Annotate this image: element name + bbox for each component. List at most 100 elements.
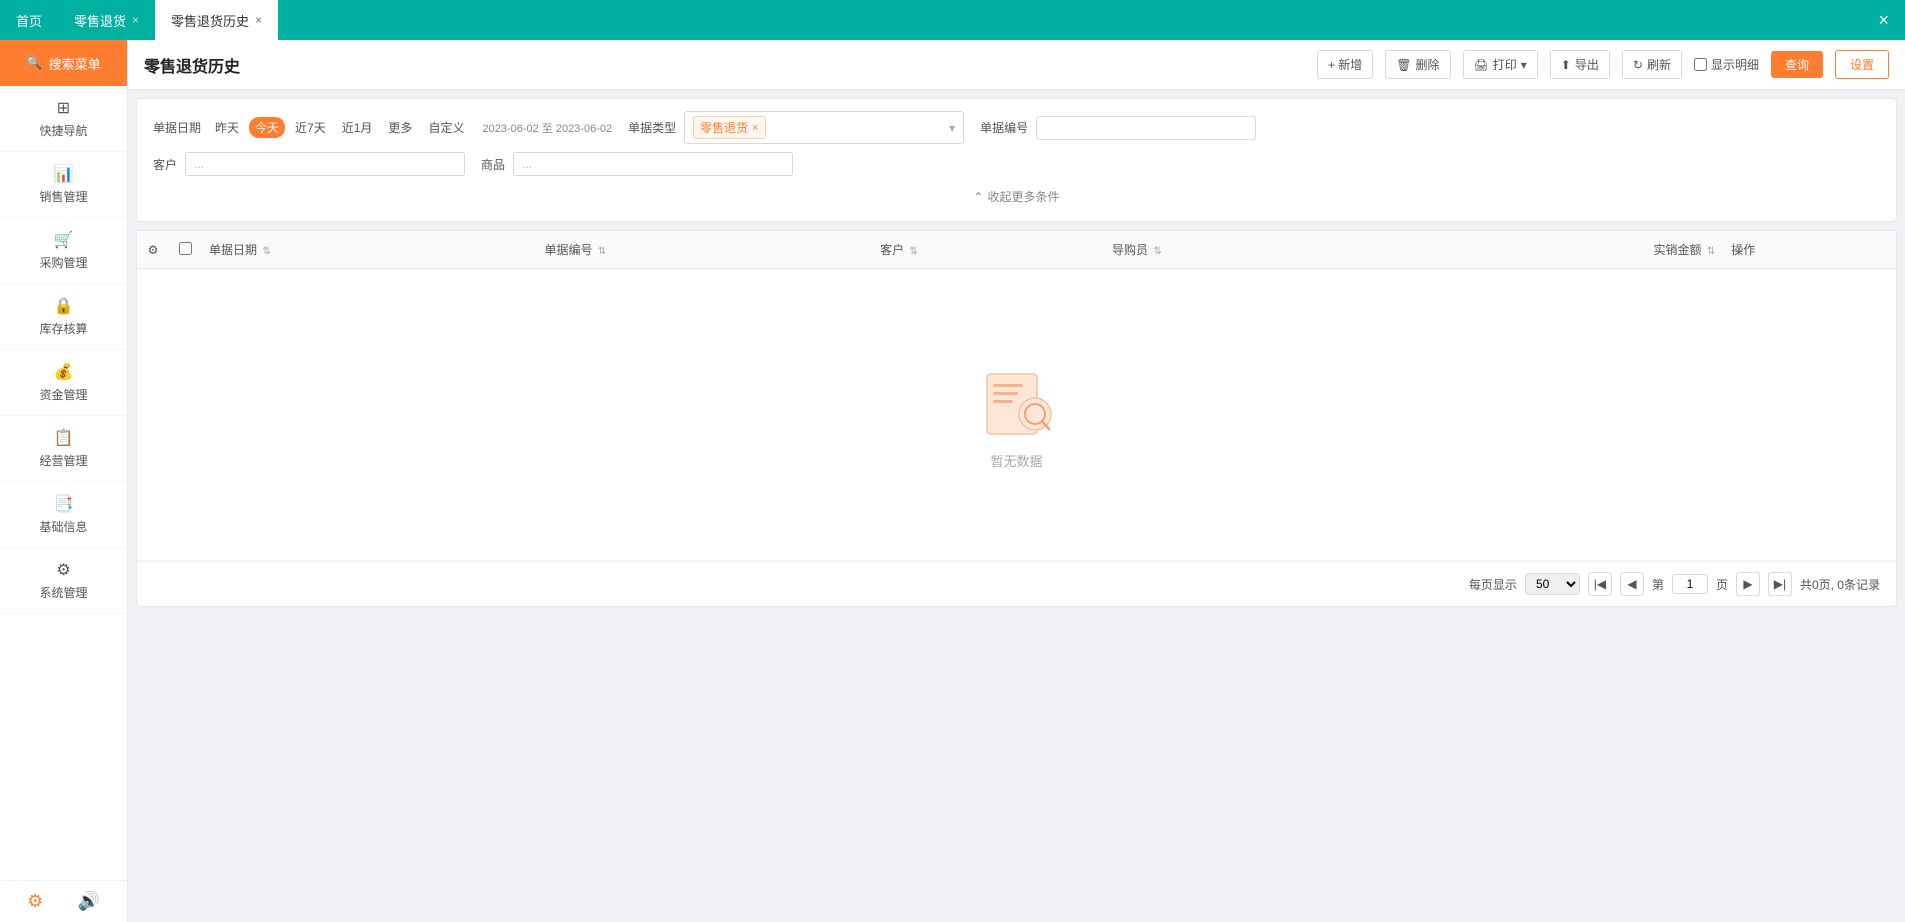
page-number-input[interactable] [1672,574,1708,594]
new-button[interactable]: + 新增 [1317,50,1373,79]
empty-cell: 暂无数据 [137,269,1896,561]
th-actions: 操作 [1723,231,1896,269]
print-icon: 🖨 [1474,58,1489,72]
setting-button-label: 设置 [1850,58,1874,72]
date-btn-1month[interactable]: 近1月 [336,117,379,138]
settings-bottom-icon[interactable]: ⚙ [27,891,43,912]
print-button[interactable]: 🖨 打印 ▾ [1463,50,1538,79]
date-btn-more[interactable]: 更多 [382,117,418,138]
date-range-text: 2023-06-02 至 2023-06-02 [482,120,612,136]
tab-retail-return-close[interactable]: × [132,13,139,27]
date-btn-custom[interactable]: 自定义 [422,117,470,138]
page-size-select[interactable]: 50 10 20 100 [1525,573,1580,595]
voucher-type-tag-close[interactable]: × [752,122,758,134]
th-guide-label: 导购员 [1112,243,1148,257]
th-actual-amount-label: 实销金额 [1654,243,1702,257]
new-button-label: + 新增 [1328,56,1362,73]
sidebar-item-inventory-label: 库存核算 [39,320,87,337]
th-settings[interactable]: ⚙ [137,231,169,269]
sidebar-item-basic-info[interactable]: 📑 基础信息 [0,482,127,548]
sidebar-item-quick-nav[interactable]: ⊞ 快捷导航 [0,86,127,152]
customer-select[interactable]: ... [185,152,465,176]
collapse-container: ⌃ 收起更多条件 [153,184,1880,209]
column-settings-icon[interactable]: ⚙ [148,243,159,257]
query-button[interactable]: 查询 [1771,51,1823,78]
sidebar-item-system-mgmt[interactable]: ⚙ 系统管理 [0,548,127,614]
tab-retail-return[interactable]: 零售退货 × [58,0,155,40]
th-customer[interactable]: 客户 ⇅ [872,231,1104,269]
sort-arrows-date: ⇅ [262,246,270,257]
th-actions-label: 操作 [1731,243,1755,257]
th-customer-label: 客户 [880,243,904,257]
voucher-type-label: 单据类型 [628,119,676,136]
th-voucher-date-label: 单据日期 [209,243,257,257]
sidebar-item-basic-info-label: 基础信息 [39,518,87,535]
search-icon: 🔍 [26,55,42,71]
query-button-label: 查询 [1785,58,1809,72]
sidebar-item-inventory[interactable]: 🔒 库存核算 [0,284,127,350]
filter-row-2: 客户 ... 商品 ... [153,152,1880,176]
tab-retail-return-history[interactable]: 零售退货历史 × [155,0,278,40]
th-voucher-no-label: 单据编号 [545,243,593,257]
sidebar-item-finance[interactable]: 💰 资金管理 [0,350,127,416]
th-voucher-date[interactable]: 单据日期 ⇅ [201,231,537,269]
table-header-row: ⚙ 单据日期 ⇅ 单据编号 ⇅ 客户 ⇅ [137,231,1896,269]
setting-button[interactable]: 设置 [1835,50,1889,79]
first-page-button[interactable]: |◀ [1588,572,1612,596]
voucher-type-select[interactable]: 零售退货 × ▾ [684,111,964,144]
export-icon: ⬆ [1561,58,1571,72]
display-switch[interactable]: 显示明细 [1694,56,1759,73]
goods-placeholder: ... [522,157,532,171]
select-all-checkbox[interactable] [179,242,192,255]
page-label: 页 [1716,576,1728,593]
sidebar-item-sales-label: 销售管理 [39,188,87,205]
display-switch-label: 显示明细 [1711,56,1759,73]
voucher-date-filter: 单据日期 昨天 今天 近7天 近1月 更多 自定义 2023-06-02 至 2… [153,117,612,138]
voucher-no-input[interactable] [1036,116,1256,140]
sidebar-item-purchase-mgmt[interactable]: 🛒 采购管理 [0,218,127,284]
customer-label: 客户 [153,156,177,173]
tab-retail-return-history-close[interactable]: × [255,13,262,27]
tab-home-label: 首页 [16,11,42,30]
sort-arrows-amount: ⇅ [1707,246,1715,257]
date-buttons: 昨天 今天 近7天 近1月 更多 自定义 [209,117,470,138]
voucher-no-label: 单据编号 [980,119,1028,136]
date-btn-7days[interactable]: 近7天 [289,117,332,138]
finance-icon: 💰 [54,362,74,382]
next-page-button[interactable]: ▶ [1736,572,1760,596]
th-checkbox[interactable] [169,231,201,269]
empty-state-illustration [977,359,1057,439]
display-switch-checkbox[interactable] [1694,58,1707,71]
sidebar-item-finance-label: 资金管理 [39,386,87,403]
search-menu-button[interactable]: 🔍 搜索菜单 [0,40,127,86]
delete-button[interactable]: 🗑 删除 [1385,50,1450,79]
sidebar-item-sales-mgmt[interactable]: 📊 销售管理 [0,152,127,218]
export-button-label: 导出 [1575,56,1599,73]
sidebar-item-operations[interactable]: 📋 经营管理 [0,416,127,482]
delete-icon: 🗑 [1396,58,1411,72]
prev-page-button[interactable]: ◀ [1620,572,1644,596]
goods-select[interactable]: ... [513,152,793,176]
sound-icon[interactable]: 🔊 [77,891,99,912]
export-button[interactable]: ⬆ 导出 [1550,50,1610,79]
th-voucher-no[interactable]: 单据编号 ⇅ [537,231,873,269]
sort-arrows-guide: ⇅ [1153,246,1161,257]
tab-list: 首页 零售退货 × 零售退货历史 × [0,0,1862,40]
voucher-type-value: 零售退货 × [693,116,765,139]
collapse-button[interactable]: ⌃ 收起更多条件 [957,184,1075,209]
refresh-button[interactable]: ↻ 刷新 [1622,50,1682,79]
th-actual-amount[interactable]: 实销金额 ⇅ [1388,231,1724,269]
last-page-button[interactable]: ▶| [1768,572,1792,596]
th-guide[interactable]: 导购员 ⇅ [1104,231,1388,269]
chapter-label: 第 [1652,576,1664,593]
date-btn-today[interactable]: 今天 [249,117,285,138]
tab-home[interactable]: 首页 [0,0,58,40]
sort-arrows-no: ⇅ [598,246,606,257]
main-content: 零售退货历史 + 新增 🗑 删除 🖨 打印 ▾ ⬆ 导出 ↻ 刷新 [128,40,1905,922]
sidebar-item-purchase-label: 采购管理 [39,254,87,271]
voucher-type-tag: 零售退货 × [693,116,765,139]
date-btn-yesterday[interactable]: 昨天 [209,117,245,138]
sidebar-bottom: ⚙ 🔊 [0,880,127,922]
refresh-icon: ↻ [1633,58,1643,72]
window-close-button[interactable]: × [1862,10,1905,31]
